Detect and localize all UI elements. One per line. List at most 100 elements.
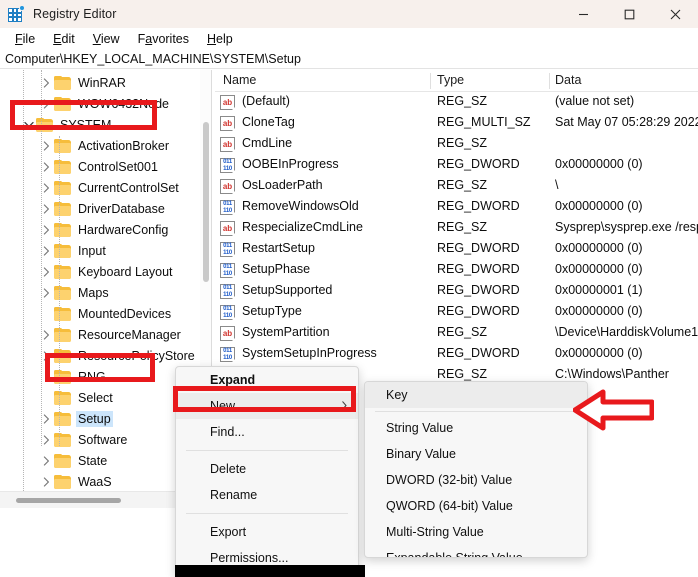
tree-item-rng[interactable]: RNG (0, 366, 200, 387)
dword-value-icon: 011 110 (220, 263, 236, 279)
context-menu-item-expand[interactable]: Expand (176, 367, 358, 393)
string-value-icon: ab (220, 116, 236, 132)
menu-help[interactable]: Help (198, 30, 242, 48)
cell-type: REG_SZ (437, 220, 488, 234)
menu-label: Help (207, 32, 233, 46)
cell-data: Sysprep\sysprep.exe /respe (555, 220, 698, 234)
context-menu-item-find[interactable]: Find... (176, 419, 358, 445)
cell-name: OOBEInProgress (242, 157, 339, 171)
menu-label: Edit (53, 32, 75, 46)
close-button[interactable] (652, 0, 698, 28)
tree-item-label: WaaS (78, 474, 112, 489)
tree-item-select[interactable]: Select (0, 387, 200, 408)
context-menu-item-rename[interactable]: Rename (176, 482, 358, 508)
tree-item-mounteddevices[interactable]: MountedDevices (0, 303, 200, 324)
tree-item-hardwareconfig[interactable]: HardwareConfig (0, 219, 200, 240)
cell-data: 0x00000000 (0) (555, 157, 643, 171)
context-menu-item-label: New (210, 399, 236, 413)
tree-item-driverdatabase[interactable]: DriverDatabase (0, 198, 200, 219)
submenu-item-key[interactable]: Key (365, 382, 587, 408)
tree-item-keyboard-layout[interactable]: Keyboard Layout (0, 261, 200, 282)
tree-item-controlset001[interactable]: ControlSet001 (0, 156, 200, 177)
cell-type: REG_DWORD (437, 199, 520, 213)
cell-type: REG_DWORD (437, 262, 520, 276)
maximize-button[interactable] (606, 0, 652, 28)
folder-icon (54, 348, 71, 363)
cell-type: REG_DWORD (437, 283, 520, 297)
table-row[interactable]: ab (Default) REG_SZ (value not set) (215, 92, 698, 113)
tree-item-setup[interactable]: Setup (0, 408, 200, 429)
table-row[interactable]: 011 110 RestartSetup REG_DWORD 0x00000000 (0… (215, 239, 698, 260)
registry-tree-pane[interactable]: WinRAR WOW6432Node SYSTEM ActivationBroker C… (0, 70, 200, 491)
context-menu-item-label: Permissions... (210, 551, 289, 565)
folder-icon (54, 264, 71, 279)
table-row[interactable]: ab CloneTag REG_MULTI_SZ Sat May 07 05:28:2… (215, 113, 698, 134)
tree-item-input[interactable]: Input (0, 240, 200, 261)
tree-item-maps[interactable]: Maps (0, 282, 200, 303)
table-row[interactable]: 011 110 SystemSetupInProgress REG_DWORD 0x00… (215, 344, 698, 365)
tree-item-state[interactable]: State (0, 450, 200, 471)
menu-label: File (15, 32, 36, 46)
cell-data: 0x00000000 (0) (555, 199, 643, 213)
tree-item-label: ControlSet001 (78, 159, 158, 174)
table-row[interactable]: ab CmdLine REG_SZ (215, 134, 698, 155)
table-row[interactable]: 011 110 SetupSupported REG_DWORD 0x00000001 … (215, 281, 698, 302)
submenu-item-binary-value[interactable]: Binary Value (365, 441, 587, 467)
tree-horizontal-scroll-thumb[interactable] (16, 498, 121, 503)
folder-icon (54, 96, 71, 111)
table-row[interactable]: ab SystemPartition REG_SZ \Device\HarddiskV… (215, 323, 698, 344)
cell-name: SetupSupported (242, 283, 333, 297)
dword-value-icon: 011 110 (220, 284, 236, 300)
column-header-type[interactable]: Type (437, 73, 464, 87)
chevron-right-icon[interactable] (39, 471, 54, 491)
tree-item-software[interactable]: Software (0, 429, 200, 450)
screenshot-bottom-band (175, 565, 365, 577)
submenu-item-string-value[interactable]: String Value (365, 415, 587, 441)
context-menu-item-new[interactable]: New (176, 393, 358, 419)
column-header-data[interactable]: Data (555, 73, 581, 87)
table-row[interactable]: 011 110 SetupPhase REG_DWORD 0x00000000 (0) (215, 260, 698, 281)
tree-item-wow6432node[interactable]: WOW6432Node (0, 93, 200, 114)
tree-guide-line (41, 70, 42, 446)
table-row[interactable]: 011 110 RemoveWindowsOld REG_DWORD 0x0000000… (215, 197, 698, 218)
menu-file[interactable]: File (6, 30, 44, 48)
column-header-name[interactable]: Name (223, 73, 256, 87)
folder-icon (36, 117, 53, 132)
menu-favorites[interactable]: Favorites (129, 30, 198, 48)
submenu-item-multi-string-value[interactable]: Multi-String Value (365, 519, 587, 545)
address-bar[interactable]: Computer\HKEY_LOCAL_MACHINE\SYSTEM\Setup (0, 50, 698, 69)
registry-editor-window: Registry Editor File Edit View Favorites Hel… (0, 0, 698, 577)
submenu-item-dword-32-bit-value[interactable]: DWORD (32-bit) Value (365, 467, 587, 493)
cell-name: RespecializeCmdLine (242, 220, 363, 234)
submenu-item-qword-64-bit-value[interactable]: QWORD (64-bit) Value (365, 493, 587, 519)
values-column-header: Name Type Data (215, 70, 698, 92)
menu-edit[interactable]: Edit (44, 30, 84, 48)
table-row[interactable]: ab RespecializeCmdLine REG_SZ Sysprep\syspr… (215, 218, 698, 239)
table-row[interactable]: 011 110 SetupType REG_DWORD 0x00000000 (0) (215, 302, 698, 323)
tree-item-winrar[interactable]: WinRAR (0, 72, 200, 93)
folder-icon (54, 306, 71, 321)
submenu-item-label: Key (386, 388, 408, 402)
chevron-right-icon[interactable] (39, 450, 54, 471)
context-menu-item-delete[interactable]: Delete (176, 456, 358, 482)
table-row[interactable]: ab OsLoaderPath REG_SZ \ (215, 176, 698, 197)
menu-view[interactable]: View (84, 30, 129, 48)
tree-item-label: Keyboard Layout (78, 264, 173, 279)
tree-item-currentcontrolset[interactable]: CurrentControlSet (0, 177, 200, 198)
cell-type: REG_MULTI_SZ (437, 115, 531, 129)
cell-type: REG_SZ (437, 136, 488, 150)
folder-icon (54, 180, 71, 195)
tree-vertical-scroll-thumb[interactable] (203, 122, 209, 282)
table-row[interactable]: 011 110 OOBEInProgress REG_DWORD 0x00000000 … (215, 155, 698, 176)
tree-item-waas[interactable]: WaaS (0, 471, 200, 491)
tree-item-system[interactable]: SYSTEM (0, 114, 200, 135)
cell-name: SetupType (242, 304, 302, 318)
tree-item-resourcemanager[interactable]: ResourceManager (0, 324, 200, 345)
menu-label: Favorites (137, 32, 190, 46)
dword-value-icon: 011 110 (220, 305, 236, 321)
tree-item-activationbroker[interactable]: ActivationBroker (0, 135, 200, 156)
context-menu-item-export[interactable]: Export (176, 519, 358, 545)
tree-item-resourcepolicystore[interactable]: ResourcePolicyStore (0, 345, 200, 366)
submenu-item-expandable-string-value[interactable]: Expandable String Value (365, 545, 587, 557)
minimize-button[interactable] (560, 0, 606, 28)
